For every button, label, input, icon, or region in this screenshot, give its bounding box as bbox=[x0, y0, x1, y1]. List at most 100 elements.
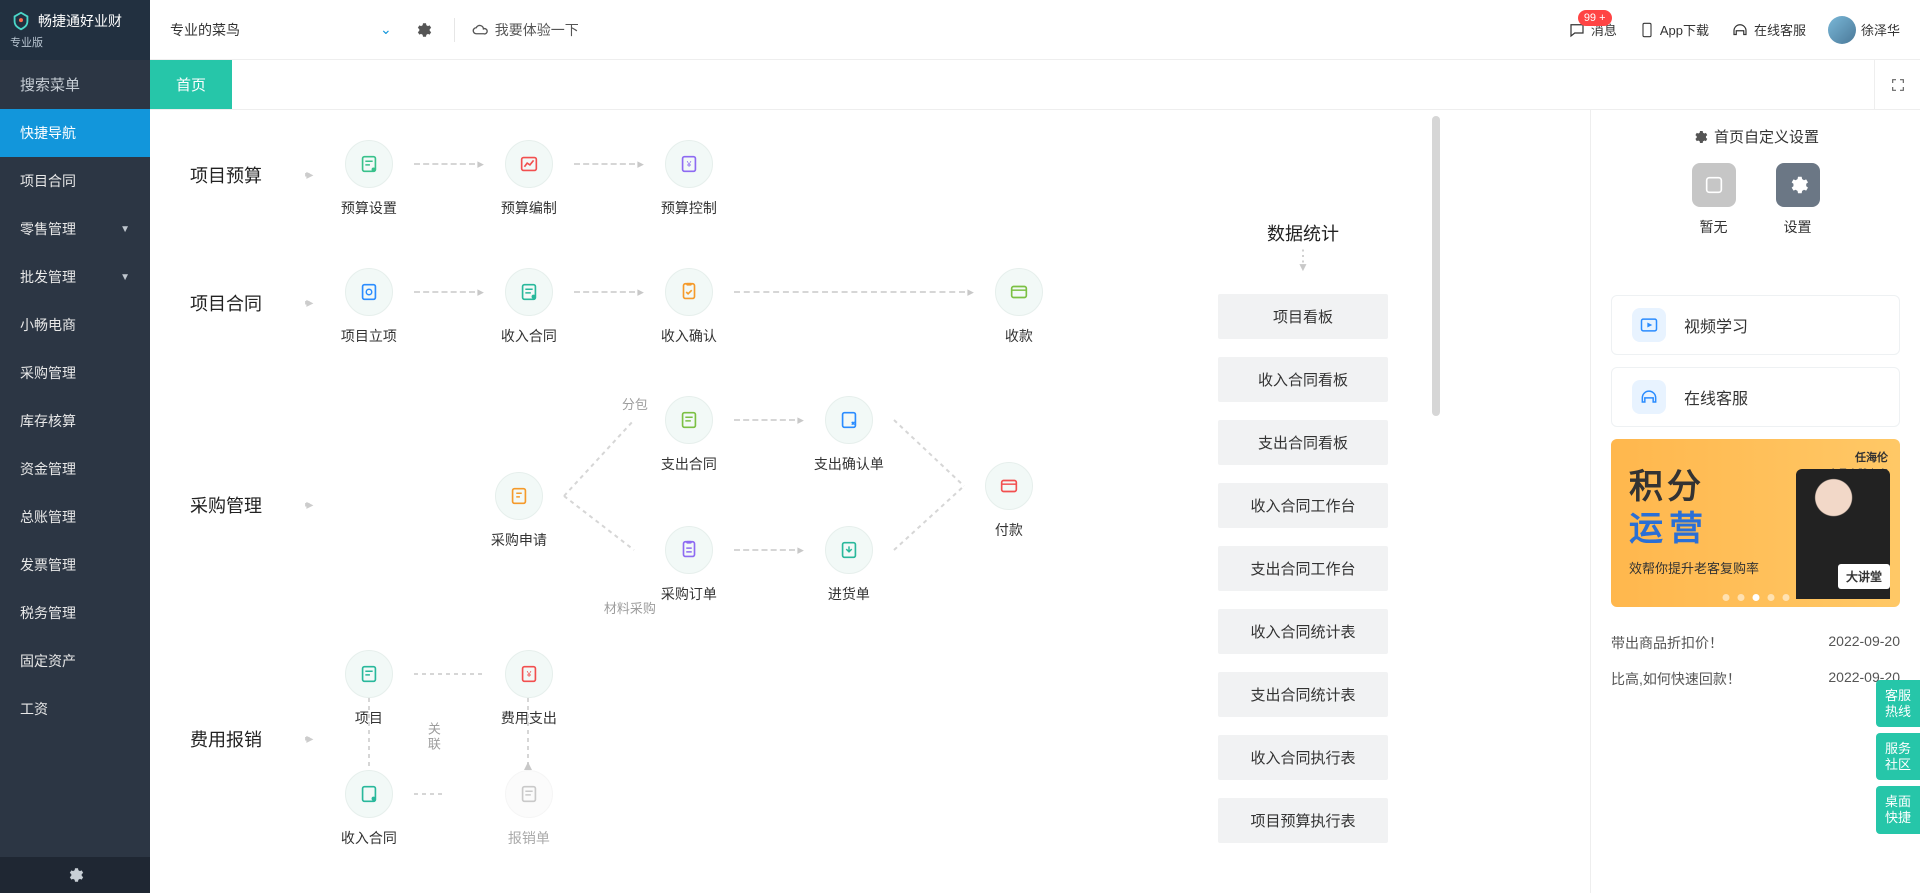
news-item[interactable]: 比高,如何快速回款！2022-09-20 bbox=[1611, 661, 1900, 697]
caret-down-icon: ▼ bbox=[120, 272, 130, 283]
float-desktop[interactable]: 桌面快捷 bbox=[1876, 786, 1920, 833]
scrollbar[interactable] bbox=[1432, 116, 1440, 416]
placeholder-icon bbox=[1692, 163, 1736, 207]
svg-text:¥: ¥ bbox=[686, 160, 692, 169]
node-goods-receipt[interactable]: 进货单 bbox=[804, 526, 894, 604]
float-hotline[interactable]: 客服热线 bbox=[1876, 680, 1920, 727]
node-project[interactable]: 项目 bbox=[324, 650, 414, 728]
messages-button[interactable]: 99 + 消息 bbox=[1568, 20, 1617, 39]
sidebar-item-wholesale[interactable]: 批发管理▼ bbox=[0, 253, 150, 301]
phone-icon bbox=[1639, 21, 1655, 39]
stat-expense-board[interactable]: 支出合同看板 bbox=[1218, 420, 1388, 465]
avatar bbox=[1828, 16, 1856, 44]
stat-budget-exec[interactable]: 项目预算执行表 bbox=[1218, 798, 1388, 843]
gear-icon bbox=[1692, 129, 1708, 145]
rpanel-head[interactable]: 首页自定义设置 bbox=[1611, 126, 1900, 147]
row-arrow-icon: ▪▪▸ bbox=[304, 396, 309, 513]
annot-relation: 关联 bbox=[424, 722, 443, 752]
tile-none[interactable]: 暂无 bbox=[1692, 163, 1736, 237]
node-budget-compile[interactable]: 预算编制 bbox=[484, 140, 574, 218]
topbar: 专业的菜鸟 ⌄ 我要体验一下 99 + 消息 App下载 在线客服 徐泽华 bbox=[150, 0, 1920, 60]
brand-name: 畅捷通好业财 bbox=[38, 11, 122, 31]
sidebar-item-purchase[interactable]: 采购管理 bbox=[0, 349, 150, 397]
sidebar-item-tax[interactable]: 税务管理 bbox=[0, 589, 150, 637]
fullscreen-toggle[interactable] bbox=[1874, 60, 1920, 110]
stat-expense-report[interactable]: 支出合同统计表 bbox=[1218, 672, 1388, 717]
stat-income-report[interactable]: 收入合同统计表 bbox=[1218, 609, 1388, 654]
stats-title: 数据统计 bbox=[1218, 220, 1388, 246]
headset-icon bbox=[1632, 380, 1666, 414]
sidebar-item-project-contract[interactable]: 项目合同 bbox=[0, 157, 150, 205]
link-video-learn[interactable]: 视频学习 bbox=[1611, 295, 1900, 355]
news-item[interactable]: 带出商品折扣价！2022-09-20 bbox=[1611, 625, 1900, 661]
sidebar-item-ecommerce[interactable]: 小畅电商 bbox=[0, 301, 150, 349]
sidebar-item-inventory[interactable]: 库存核算 bbox=[0, 397, 150, 445]
user-name: 徐泽华 bbox=[1861, 20, 1900, 39]
sidebar-settings-button[interactable] bbox=[0, 857, 150, 893]
tenant-settings-button[interactable] bbox=[408, 21, 438, 39]
tile-settings[interactable]: 设置 bbox=[1776, 163, 1820, 237]
divider bbox=[454, 18, 455, 42]
play-icon bbox=[1632, 308, 1666, 342]
chevron-down-icon: ⌄ bbox=[380, 21, 392, 38]
row-arrow-icon: ▪▪▸ bbox=[304, 650, 309, 747]
stat-project-board[interactable]: 项目看板 bbox=[1218, 294, 1388, 339]
caret-down-icon: ▼ bbox=[120, 224, 130, 235]
sidebar-item-salary[interactable]: 工资 bbox=[0, 685, 150, 733]
float-tabs: 客服热线 服务社区 桌面快捷 bbox=[1876, 680, 1920, 834]
node-reimburse[interactable]: 报销单 bbox=[484, 770, 574, 848]
sidebar-item-ledger[interactable]: 总账管理 bbox=[0, 493, 150, 541]
node-expense-out[interactable]: ¥费用支出 bbox=[484, 650, 574, 728]
expand-icon bbox=[1890, 77, 1906, 93]
sidebar-item-asset[interactable]: 固定资产 bbox=[0, 637, 150, 685]
stat-income-board[interactable]: 收入合同看板 bbox=[1218, 357, 1388, 402]
stat-income-exec[interactable]: 收入合同执行表 bbox=[1218, 735, 1388, 780]
node-purchase-request[interactable]: 采购申请 bbox=[474, 472, 564, 550]
app-download-button[interactable]: App下载 bbox=[1639, 20, 1709, 39]
sidebar-item-retail[interactable]: 零售管理▼ bbox=[0, 205, 150, 253]
link-online-support[interactable]: 在线客服 bbox=[1611, 367, 1900, 427]
node-payment[interactable]: 付款 bbox=[964, 462, 1054, 540]
float-community[interactable]: 服务社区 bbox=[1876, 733, 1920, 780]
try-demo-button[interactable]: 我要体验一下 bbox=[471, 20, 579, 40]
headset-icon bbox=[1731, 21, 1749, 39]
node-purchase-order[interactable]: 采购订单 bbox=[644, 526, 734, 604]
sidebar-item-invoice[interactable]: 发票管理 bbox=[0, 541, 150, 589]
stats-arrow-icon: ⋮▼ bbox=[1218, 252, 1388, 272]
node-income-confirm[interactable]: 收入确认 bbox=[644, 268, 734, 346]
node-budget-control[interactable]: ¥预算控制 bbox=[644, 140, 734, 218]
tenant-name: 专业的菜鸟 bbox=[170, 20, 240, 40]
cloud-icon bbox=[471, 21, 489, 39]
tenant-selector[interactable]: 专业的菜鸟 ⌄ bbox=[170, 20, 392, 40]
stat-expense-workbench[interactable]: 支出合同工作台 bbox=[1218, 546, 1388, 591]
row-arrow-icon: ▪▪▸ bbox=[304, 268, 309, 311]
right-panel: 首页自定义设置 暂无 设置 视频学习 在线客服 积分 运营 效帮你提升老客复购率… bbox=[1590, 110, 1920, 893]
gear-icon bbox=[66, 866, 84, 884]
stat-income-workbench[interactable]: 收入合同工作台 bbox=[1218, 483, 1388, 528]
gear-icon bbox=[414, 21, 432, 39]
node-income-contract[interactable]: 收入合同 bbox=[484, 268, 574, 346]
news-list: 带出商品折扣价！2022-09-20 比高,如何快速回款！2022-09-20 bbox=[1611, 625, 1900, 697]
sidebar-item-fund[interactable]: 资金管理 bbox=[0, 445, 150, 493]
node-income-contract-2[interactable]: 收入合同 bbox=[324, 770, 414, 848]
brand-edition: 专业版 bbox=[10, 34, 140, 50]
sidebar: 畅捷通好业财 专业版 搜索菜单 快捷导航 项目合同 零售管理▼ 批发管理▼ 小畅… bbox=[0, 0, 150, 893]
node-project-create[interactable]: 项目立项 bbox=[324, 268, 414, 346]
tab-home[interactable]: 首页 bbox=[150, 60, 232, 109]
promo-banner[interactable]: 积分 运营 效帮你提升老客复购率 任海伦会员实践专家 大讲堂 bbox=[1611, 439, 1900, 607]
stats-panel: 数据统计 ⋮▼ 项目看板 收入合同看板 支出合同看板 收入合同工作台 支出合同工… bbox=[1218, 220, 1388, 843]
node-receipt[interactable]: 收款 bbox=[974, 268, 1064, 346]
carousel-dots[interactable] bbox=[1722, 594, 1789, 601]
user-menu[interactable]: 徐泽华 bbox=[1828, 16, 1900, 44]
brand-icon bbox=[10, 10, 32, 32]
online-support-button[interactable]: 在线客服 bbox=[1731, 20, 1806, 39]
node-budget-setup[interactable]: 预算设置 bbox=[324, 140, 414, 218]
row-arrow-icon: ▪▪▸ bbox=[304, 140, 309, 183]
sidebar-item-quicknav[interactable]: 快捷导航 bbox=[0, 109, 150, 157]
svg-text:¥: ¥ bbox=[526, 670, 532, 679]
node-expense-confirm[interactable]: 支出确认单 bbox=[804, 396, 894, 474]
gear-icon bbox=[1776, 163, 1820, 207]
node-expense-contract[interactable]: 支出合同 bbox=[644, 396, 734, 474]
tabstrip: 首页 bbox=[150, 60, 1920, 110]
sidebar-search[interactable]: 搜索菜单 bbox=[0, 60, 150, 109]
